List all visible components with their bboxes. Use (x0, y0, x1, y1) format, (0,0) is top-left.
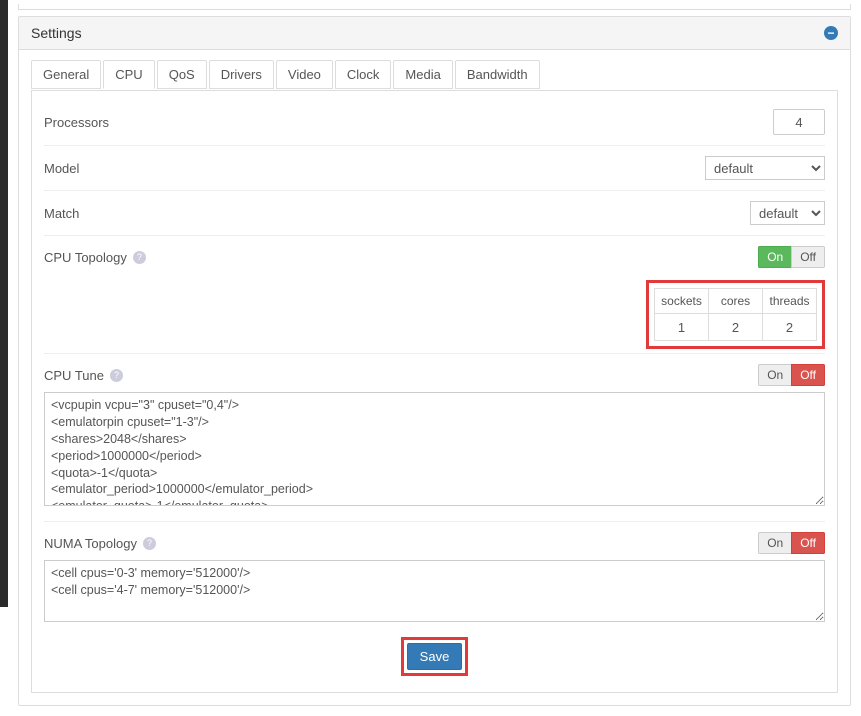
toggle-off[interactable]: Off (791, 532, 825, 554)
toggle-on[interactable]: On (758, 246, 791, 268)
save-button[interactable]: Save (407, 643, 463, 670)
tab-cpu[interactable]: CPU (103, 60, 154, 89)
panel-header[interactable]: Settings − (19, 17, 850, 50)
cpu-tune-label-text: CPU Tune (44, 368, 104, 383)
toggle-on[interactable]: On (758, 532, 791, 554)
cpu-topology-label: CPU Topology ? (44, 250, 146, 265)
match-select[interactable]: default (750, 201, 825, 225)
sockets-input[interactable] (655, 314, 708, 340)
cpu-tune-toggle[interactable]: On Off (758, 364, 825, 386)
threads-input[interactable] (763, 314, 816, 340)
numa-textarea[interactable] (44, 560, 825, 622)
save-highlight: Save (401, 637, 469, 676)
model-select[interactable]: default (705, 156, 825, 180)
tab-general[interactable]: General (31, 60, 101, 89)
topology-table: sockets cores threads (654, 288, 817, 341)
collapse-icon[interactable]: − (824, 26, 838, 40)
toggle-off[interactable]: Off (791, 364, 825, 386)
cpu-topology-toggle[interactable]: On Off (758, 246, 825, 268)
panel-title: Settings (31, 25, 82, 41)
tab-video[interactable]: Video (276, 60, 333, 89)
cpu-topology-label-text: CPU Topology (44, 250, 127, 265)
cpu-tune-textarea[interactable] (44, 392, 825, 506)
tab-qos[interactable]: QoS (157, 60, 207, 89)
toggle-off[interactable]: Off (791, 246, 825, 268)
tab-content-cpu: Processors Model default Match default (31, 90, 838, 693)
th-threads: threads (763, 289, 817, 314)
model-label: Model (44, 161, 79, 176)
toggle-on[interactable]: On (758, 364, 791, 386)
numa-toggle[interactable]: On Off (758, 532, 825, 554)
tab-bandwidth[interactable]: Bandwidth (455, 60, 540, 89)
help-icon[interactable]: ? (133, 251, 146, 264)
help-icon[interactable]: ? (110, 369, 123, 382)
cores-input[interactable] (709, 314, 762, 340)
th-sockets: sockets (655, 289, 709, 314)
left-strip (0, 0, 8, 607)
tab-clock[interactable]: Clock (335, 60, 392, 89)
numa-label: NUMA Topology ? (44, 536, 156, 551)
help-icon[interactable]: ? (143, 537, 156, 550)
match-label: Match (44, 206, 79, 221)
th-cores: cores (709, 289, 763, 314)
tab-drivers[interactable]: Drivers (209, 60, 274, 89)
processors-label: Processors (44, 115, 109, 130)
cpu-tune-label: CPU Tune ? (44, 368, 123, 383)
tabs: General CPU QoS Drivers Video Clock Medi… (31, 60, 838, 89)
numa-label-text: NUMA Topology (44, 536, 137, 551)
prev-panel-edge (18, 4, 851, 10)
topology-highlight: sockets cores threads (646, 280, 825, 349)
tab-media[interactable]: Media (393, 60, 452, 89)
settings-panel: Settings − General CPU QoS Drivers Video… (18, 16, 851, 706)
processors-input[interactable] (773, 109, 825, 135)
